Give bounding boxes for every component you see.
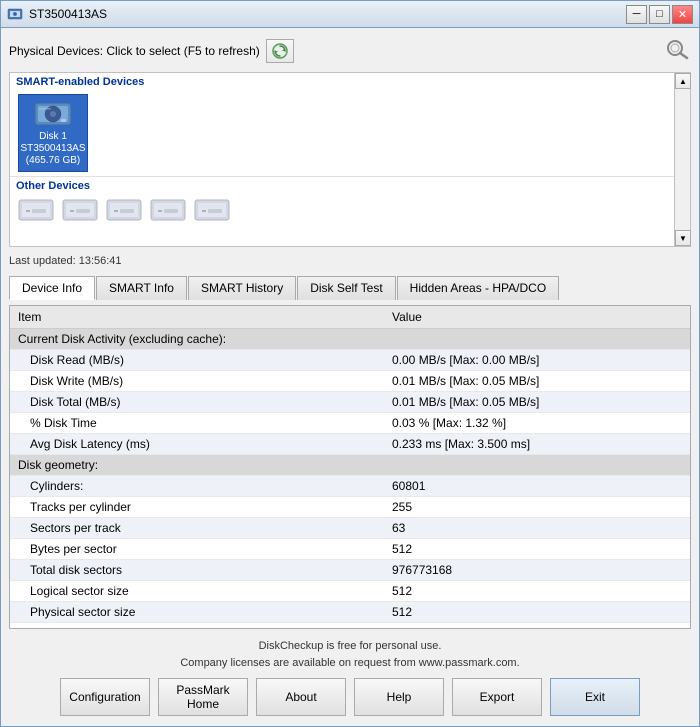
cell-value: 0.03 % [Max: 1.32 %] — [384, 413, 690, 434]
table-row: % Disk Time0.03 % [Max: 1.32 %] — [10, 413, 690, 434]
minimize-button[interactable]: ─ — [626, 5, 647, 24]
footer-text: DiskCheckup is free for personal use. Co… — [9, 635, 691, 674]
app-icon — [7, 6, 23, 22]
title-buttons: ─ □ ✕ — [626, 5, 693, 24]
table-row: Avg Disk Latency (ms)0.233 ms [Max: 3.50… — [10, 434, 690, 455]
other-devices-section: Other Devices — [10, 176, 690, 226]
device-info-table: Item Value Current Disk Activity (exclud… — [10, 306, 690, 628]
tabs: Device Info SMART Info SMART History Dis… — [9, 275, 691, 299]
other-devices-label: Other Devices — [10, 177, 690, 194]
table-row: Disk Read (MB/s)0.00 MB/s [Max: 0.00 MB/… — [10, 350, 690, 371]
maximize-button[interactable]: □ — [649, 5, 670, 24]
content-area: Item Value Current Disk Activity (exclud… — [9, 305, 691, 629]
tab-hidden-areas[interactable]: Hidden Areas - HPA/DCO — [397, 276, 560, 300]
scroll-down-arrow[interactable]: ▼ — [675, 230, 691, 246]
cell-item: Tracks per cylinder — [10, 497, 384, 518]
optical-drive-5-icon — [194, 196, 230, 224]
help-button[interactable]: Help — [354, 678, 444, 716]
table-row: Sectors per track63 — [10, 518, 690, 539]
cell-item: Disk Read (MB/s) — [10, 350, 384, 371]
physical-devices-label: Physical Devices: Click to select (F5 to… — [9, 44, 260, 58]
cell-item: Sectors per track — [10, 518, 384, 539]
cell-value: 0.00 MB/s [Max: 0.00 MB/s] — [384, 350, 690, 371]
cell-value: 976773168 — [384, 560, 690, 581]
table-row: Current Disk Activity (excluding cache): — [10, 329, 690, 350]
footer-buttons: Configuration PassMark Home About Help E… — [9, 674, 691, 718]
title-bar-left: ST3500413AS — [7, 6, 107, 22]
cell-value: 512 — [384, 602, 690, 623]
footer-line1: DiskCheckup is free for personal use. — [9, 638, 691, 655]
smart-section-label: SMART-enabled Devices — [10, 73, 690, 90]
footer: DiskCheckup is free for personal use. Co… — [9, 635, 691, 718]
refresh-icon — [271, 42, 289, 60]
cell-value: 63 — [384, 518, 690, 539]
table-row: Disk geometry: — [10, 455, 690, 476]
table-row: Physical sector size512 — [10, 602, 690, 623]
cell-item: Disk Total (MB/s) — [10, 392, 384, 413]
cell-item: Disk Write (MB/s) — [10, 371, 384, 392]
cell-item: Total disk sectors — [10, 560, 384, 581]
main-window: Physical Devices: Click to select (F5 to… — [0, 28, 700, 727]
table-scroll-wrapper[interactable]: Item Value Current Disk Activity (exclud… — [10, 306, 690, 628]
table-header-row: Item Value — [10, 306, 690, 329]
cell-item: Cylinders: — [10, 476, 384, 497]
tab-device-info[interactable]: Device Info — [9, 276, 95, 300]
scroll-track — [675, 89, 690, 230]
table-row: Bytes per sector512 — [10, 539, 690, 560]
exit-button[interactable]: Exit — [550, 678, 640, 716]
other-devices-row — [10, 194, 690, 226]
optical-drive-2-icon — [62, 196, 98, 224]
footer-line2: Company licenses are available on reques… — [9, 655, 691, 672]
title-text: ST3500413AS — [29, 7, 107, 21]
smart-devices: Disk 1 ST3500413AS (465.76 GB) — [10, 90, 690, 176]
disk-1-item[interactable]: Disk 1 ST3500413AS (465.76 GB) — [18, 94, 88, 172]
cell-value: 255 — [384, 497, 690, 518]
optical-drive-4-icon — [150, 196, 186, 224]
cell-item: % Disk Time — [10, 413, 384, 434]
toolbar: Physical Devices: Click to select (F5 to… — [9, 36, 691, 66]
table-row: Total disk sectors976773168 — [10, 560, 690, 581]
about-button[interactable]: About — [256, 678, 346, 716]
tab-smart-history[interactable]: SMART History — [188, 276, 296, 300]
cell-item: Media rotation rate — [10, 623, 384, 629]
cell-item: Logical sector size — [10, 581, 384, 602]
cell-item: Avg Disk Latency (ms) — [10, 434, 384, 455]
table-row: Media rotation rate7200 RPM — [10, 623, 690, 629]
configuration-button[interactable]: Configuration — [60, 678, 150, 716]
toolbar-left: Physical Devices: Click to select (F5 to… — [9, 39, 294, 63]
col-header-value: Value — [384, 306, 690, 329]
passmark-home-button[interactable]: PassMark Home — [158, 678, 248, 716]
export-button[interactable]: Export — [452, 678, 542, 716]
device-scrollbar[interactable]: ▲ ▼ — [674, 73, 690, 246]
cell-value: 0.01 MB/s [Max: 0.05 MB/s] — [384, 371, 690, 392]
cell-value: 0.01 MB/s [Max: 0.05 MB/s] — [384, 392, 690, 413]
tab-disk-self-test[interactable]: Disk Self Test — [297, 276, 395, 300]
cell-value: 0.233 ms [Max: 3.500 ms] — [384, 434, 690, 455]
disk-1-icon — [33, 99, 73, 129]
table-row: Disk Write (MB/s)0.01 MB/s [Max: 0.05 MB… — [10, 371, 690, 392]
cell-value: 60801 — [384, 476, 690, 497]
cell-value: 512 — [384, 539, 690, 560]
title-bar: ST3500413AS ─ □ ✕ — [0, 0, 700, 28]
optical-drive-3-icon — [106, 196, 142, 224]
optical-drive-1-icon — [18, 196, 54, 224]
last-updated: Last updated: 13:56:41 — [9, 253, 691, 269]
search-icon — [663, 38, 691, 65]
tab-smart-info[interactable]: SMART Info — [96, 276, 187, 300]
cell-item: Bytes per sector — [10, 539, 384, 560]
table-row: Disk Total (MB/s)0.01 MB/s [Max: 0.05 MB… — [10, 392, 690, 413]
scroll-up-arrow[interactable]: ▲ — [675, 73, 691, 89]
cell-value: 512 — [384, 581, 690, 602]
device-panel: ▲ ▼ SMART-enabled Devices Disk 1 ST35004… — [9, 72, 691, 247]
table-row: Cylinders:60801 — [10, 476, 690, 497]
col-header-item: Item — [10, 306, 384, 329]
close-button[interactable]: ✕ — [672, 5, 693, 24]
table-row: Tracks per cylinder255 — [10, 497, 690, 518]
cell-item: Physical sector size — [10, 602, 384, 623]
refresh-button[interactable] — [266, 39, 294, 63]
disk-1-label: Disk 1 ST3500413AS (465.76 GB) — [20, 131, 85, 167]
table-row: Logical sector size512 — [10, 581, 690, 602]
cell-value: 7200 RPM — [384, 623, 690, 629]
